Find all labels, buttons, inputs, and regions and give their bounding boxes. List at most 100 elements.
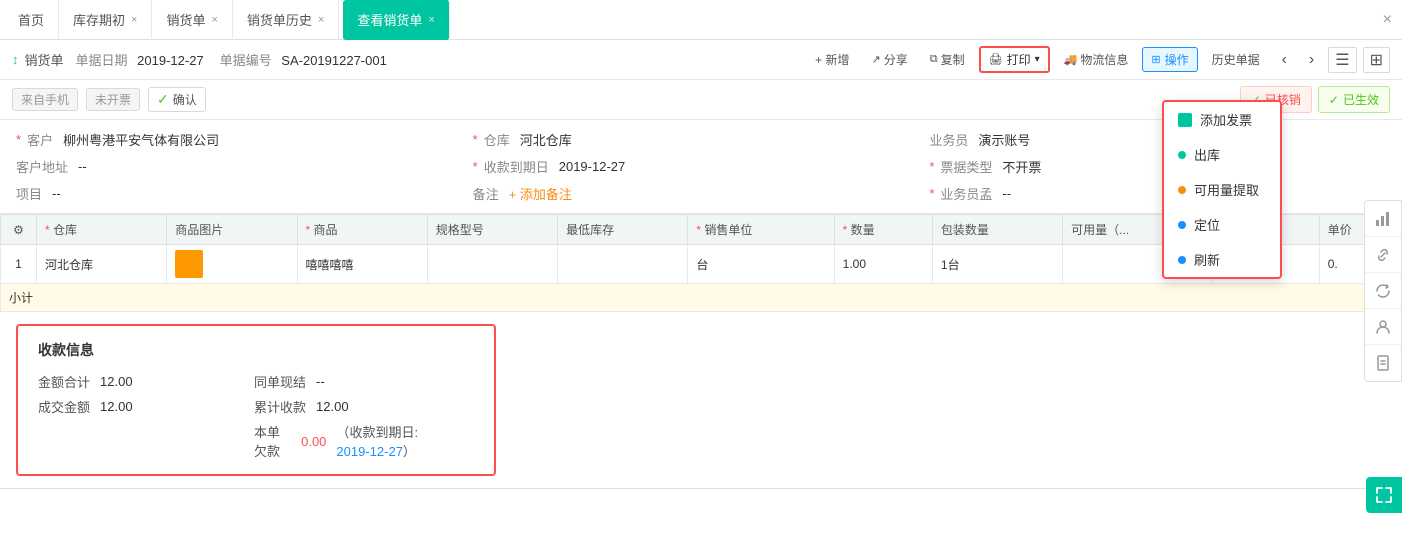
number-value: SA-20191227-001 — [281, 53, 387, 68]
dropdown-available-pickup[interactable]: 可用量提取 — [1164, 172, 1280, 207]
col-quantity: * 数量 — [834, 215, 932, 245]
current-due: 本单欠款 0.00 （收款到期日: 2019-12-27） — [254, 422, 454, 460]
employee-value: 演示账号 — [978, 130, 1030, 149]
tab-view-sales[interactable]: 查看销货单 × — [343, 0, 449, 40]
tab-bar: 首页 库存期初 × 销货单 × 销货单历史 × 查看销货单 × × — [0, 0, 1402, 40]
view-toggle-grid[interactable]: ⊞ — [1363, 47, 1390, 73]
sidebar-icon-chart[interactable] — [1365, 201, 1401, 237]
sidebar-icon-link[interactable] — [1365, 237, 1401, 273]
tab-inventory[interactable]: 库存期初 × — [59, 0, 152, 40]
new-button[interactable]: + 新增 — [807, 47, 857, 72]
ticket-type-value: 不开票 — [1002, 157, 1041, 176]
row-min-stock — [558, 245, 688, 284]
project-value: -- — [52, 186, 61, 201]
col-min-stock: 最低库存 — [558, 215, 688, 245]
bottom-section: 收款信息 金额合计 12.00 同单现结 -- 成交金额 12.00 — [0, 312, 1402, 488]
date-value: 2019-12-27 — [137, 53, 204, 68]
copy-button[interactable]: ⧉ 复制 — [922, 47, 973, 72]
view-toggle-list[interactable]: ☰ — [1328, 47, 1356, 73]
logistics-button[interactable]: 🚚 物流信息 — [1056, 47, 1137, 72]
due-date-value: 2019-12-27 — [559, 159, 626, 174]
tab-home[interactable]: 首页 — [8, 0, 59, 40]
customer-field: * 客户 柳州粤港平安气体有限公司 — [16, 130, 473, 149]
tab-sales-history[interactable]: 销货单历史 × — [233, 0, 339, 40]
doc-type-icon: ↕ — [12, 52, 19, 67]
salesperson-field: * 业务员孟 -- — [929, 184, 1386, 203]
payment-title: 收款信息 — [38, 340, 474, 360]
address-value: -- — [78, 159, 87, 174]
tab-sales[interactable]: 销货单 × — [152, 0, 232, 40]
tab-inventory-close[interactable]: × — [131, 14, 137, 26]
history-button[interactable]: 历史单据 — [1204, 47, 1268, 72]
dropdown-refresh[interactable]: 刷新 — [1164, 242, 1280, 277]
sidebar-icon-doc[interactable] — [1365, 345, 1401, 381]
note-field: 备注 + 添加备注 — [473, 184, 930, 203]
date-label: 单据日期 2019-12-27 — [76, 50, 204, 69]
refresh-icon — [1178, 256, 1186, 264]
share-button[interactable]: ↗ 分享 — [864, 47, 916, 72]
toolbar-left: ↕ 销货单 单据日期 2019-12-27 单据编号 SA-20191227-0… — [12, 50, 387, 69]
add-note-button[interactable]: + 添加备注 — [509, 184, 572, 203]
col-settings: ⚙ — [1, 215, 37, 245]
sidebar-icon-refresh[interactable] — [1365, 273, 1401, 309]
nav-prev[interactable]: ‹ — [1274, 47, 1295, 73]
warehouse-field: * 仓库 河北仓库 — [473, 130, 930, 149]
row-quantity: 1.00 — [834, 245, 932, 284]
sidebar-icon-user[interactable] — [1365, 309, 1401, 345]
row-product: 嘻嘻嘻嘻 — [297, 245, 427, 284]
payment-grid: 金额合计 12.00 同单现结 -- 成交金额 12.00 累计收款 12.00 — [38, 372, 474, 460]
col-sales-unit: * 销售单位 — [688, 215, 834, 245]
ticket-type-field: * 票据类型 不开票 — [929, 157, 1386, 176]
available-pickup-icon — [1178, 186, 1186, 194]
tab-sales-close[interactable]: × — [211, 14, 217, 26]
doc-meta: 单据日期 2019-12-27 单据编号 SA-20191227-001 — [76, 50, 387, 69]
tab-view-sales-close[interactable]: × — [428, 14, 434, 26]
outbound-icon — [1178, 151, 1186, 159]
operations-button[interactable]: ⊞ 操作 — [1142, 47, 1197, 72]
employee-field: 业务员 演示账号 — [929, 130, 1386, 149]
dropdown-add-invoice[interactable]: 添加发票 — [1164, 102, 1280, 137]
main-toolbar: ↕ 销货单 单据日期 2019-12-27 单据编号 SA-20191227-0… — [0, 40, 1402, 80]
address-field: 客户地址 -- — [16, 157, 473, 176]
tab-sales-history-close[interactable]: × — [318, 14, 324, 26]
col-warehouse: * 仓库 — [37, 215, 167, 245]
cumulative-payment: 累计收款 12.00 — [254, 397, 454, 416]
position-icon — [1178, 221, 1186, 229]
effective-badge[interactable]: ✓ 已生效 — [1318, 86, 1390, 113]
subtotal-label: 小计 — [1, 284, 1402, 312]
sub-toolbar-left: 来自手机 未开票 ✓ 确认 — [12, 87, 206, 112]
customer-value: 柳州粤港平安气体有限公司 — [63, 130, 219, 149]
same-order-settlement: 同单现结 -- — [254, 372, 454, 391]
not-opened-badge[interactable]: 未开票 — [86, 88, 140, 111]
right-sidebar — [1364, 200, 1402, 382]
confirm-button[interactable]: ✓ 确认 — [148, 87, 206, 112]
col-pack-qty: 包装数量 — [932, 215, 1062, 245]
total-amount: 金额合计 12.00 — [38, 372, 238, 391]
print-button[interactable]: 🖨 打印 ▾ — [979, 46, 1050, 73]
row-spec — [427, 245, 557, 284]
project-field: 项目 -- — [16, 184, 473, 203]
row-product-img — [167, 245, 297, 284]
row-num: 1 — [1, 245, 37, 284]
doc-title: ↕ 销货单 — [12, 50, 64, 69]
transaction-amount: 成交金额 12.00 — [38, 397, 238, 416]
expand-icon[interactable] — [1366, 477, 1402, 513]
operations-dropdown: 添加发票 出库 可用量提取 定位 刷新 — [1162, 100, 1282, 279]
col-product: * 商品 — [297, 215, 427, 245]
number-label: 单据编号 SA-20191227-001 — [220, 50, 387, 69]
row-warehouse: 河北仓库 — [37, 245, 167, 284]
from-mobile-badge[interactable]: 来自手机 — [12, 88, 78, 111]
warehouse-value: 河北仓库 — [520, 130, 572, 149]
product-image — [175, 250, 203, 278]
payment-info: 收款信息 金额合计 12.00 同单现结 -- 成交金额 12.00 — [16, 324, 496, 476]
col-product-img: 商品图片 — [167, 215, 297, 245]
dropdown-outbound[interactable]: 出库 — [1164, 137, 1280, 172]
nav-next[interactable]: › — [1301, 47, 1322, 73]
col-spec: 规格型号 — [427, 215, 557, 245]
row-pack-qty: 1台 — [932, 245, 1062, 284]
salesperson-value: -- — [1002, 186, 1011, 201]
doc-type-label: 销货单 — [25, 50, 64, 69]
dropdown-position[interactable]: 定位 — [1164, 207, 1280, 242]
due-date-field: * 收款到期日 2019-12-27 — [473, 157, 930, 176]
window-close-button[interactable]: × — [1383, 11, 1392, 29]
